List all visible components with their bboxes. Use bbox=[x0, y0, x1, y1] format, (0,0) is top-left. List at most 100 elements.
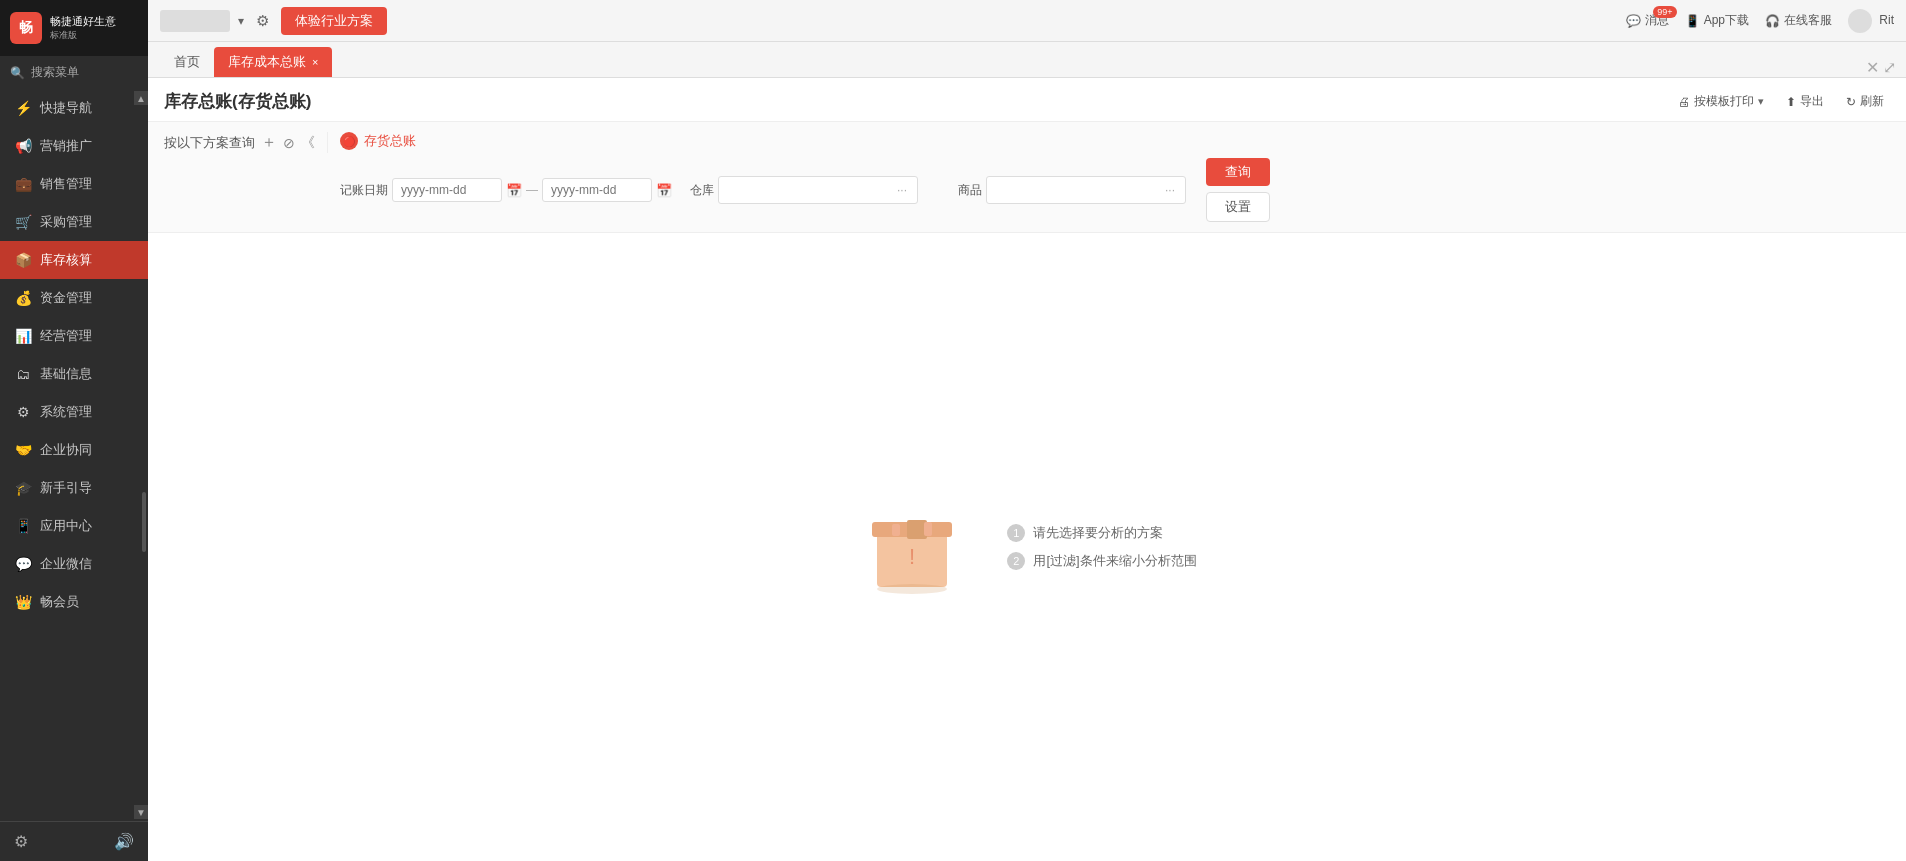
newbie-icon: 🎓 bbox=[14, 480, 32, 496]
goods-input-area[interactable]: ··· bbox=[986, 176, 1186, 204]
tabbar: 首页 库存成本总账 × ✕ ⤢ bbox=[148, 42, 1906, 78]
date-filter-field: 记账日期 📅 — 📅 bbox=[340, 178, 672, 202]
sidebar-item-purchase[interactable]: 🛒 采购管理 bbox=[0, 203, 148, 241]
tip-text-2: 用[过滤]条件来缩小分析范围 bbox=[1033, 552, 1196, 570]
scheme-item[interactable]: 🔴 存货总账 bbox=[340, 132, 1890, 150]
tip-text-1: 请先选择要分析的方案 bbox=[1033, 524, 1163, 542]
empty-svg: ! bbox=[862, 492, 972, 602]
settings-icon[interactable]: ⚙ bbox=[14, 832, 28, 851]
sidebar-item-operations[interactable]: 📊 经营管理 bbox=[0, 317, 148, 355]
svg-point-3 bbox=[877, 584, 947, 594]
svg-rect-5 bbox=[924, 522, 932, 536]
expand-panel-icon[interactable]: ⤢ bbox=[1883, 58, 1896, 77]
print-template-button[interactable]: 🖨 按模板打印 ▾ bbox=[1672, 90, 1770, 113]
tab-inventory-ledger[interactable]: 库存成本总账 × bbox=[214, 47, 332, 77]
sidebar-item-enterprise[interactable]: 🤝 企业协同 bbox=[0, 431, 148, 469]
sidebar-item-wechat[interactable]: 💬 企业微信 bbox=[0, 545, 148, 583]
export-icon: ⬆ bbox=[1786, 95, 1796, 109]
tab-close-icon[interactable]: × bbox=[312, 56, 318, 68]
scroll-up-button[interactable]: ▲ bbox=[134, 91, 148, 105]
sidebar-item-newbie[interactable]: 🎓 新手引导 bbox=[0, 469, 148, 507]
sidebar-item-inventory[interactable]: 📦 库存核算 bbox=[0, 241, 148, 279]
topbar-messages[interactable]: 💬 消息 99+ bbox=[1626, 12, 1669, 29]
filter-add-button[interactable]: ＋ bbox=[261, 132, 277, 153]
warehouse-more-icon[interactable]: ··· bbox=[893, 183, 911, 197]
date-dash: — bbox=[526, 183, 538, 197]
page-header-actions: 🖨 按模板打印 ▾ ⬆ 导出 ↻ 刷新 bbox=[1672, 90, 1890, 113]
enterprise-icon: 🤝 bbox=[14, 442, 32, 458]
goods-more-icon[interactable]: ··· bbox=[1161, 183, 1179, 197]
sidebar-footer: ⚙ 🔊 bbox=[0, 821, 148, 861]
quick-nav-icon: ⚡ bbox=[14, 100, 32, 116]
sidebar-scrollbar[interactable] bbox=[142, 492, 146, 552]
sidebar-item-label: 采购管理 bbox=[40, 213, 92, 231]
export-label: 导出 bbox=[1800, 93, 1824, 110]
date-to-input[interactable] bbox=[542, 178, 652, 202]
sidebar-item-quick-nav[interactable]: ⚡ 快捷导航 bbox=[0, 89, 148, 127]
goods-filter-field: 商品 ··· bbox=[928, 176, 1186, 204]
sidebar-item-vip[interactable]: 👑 畅会员 bbox=[0, 583, 148, 621]
app-download-label: App下载 bbox=[1704, 12, 1749, 29]
topbar-user[interactable]: Rit bbox=[1848, 9, 1894, 33]
trial-industry-button[interactable]: 体验行业方案 bbox=[281, 7, 387, 35]
filter-collapse-button[interactable]: 《 bbox=[301, 134, 315, 152]
sidebar-item-basics[interactable]: 🗂 基础信息 bbox=[0, 355, 148, 393]
sidebar-item-marketing[interactable]: 📢 营销推广 bbox=[0, 127, 148, 165]
filter-delete-button[interactable]: ⊘ bbox=[283, 135, 295, 151]
online-support-label: 在线客服 bbox=[1784, 12, 1832, 29]
sidebar-item-finance[interactable]: 💰 资金管理 bbox=[0, 279, 148, 317]
calendar-from-icon[interactable]: 📅 bbox=[506, 183, 522, 198]
tip-number-1: 1 bbox=[1007, 524, 1025, 542]
calendar-to-icon[interactable]: 📅 bbox=[656, 183, 672, 198]
operations-icon: 📊 bbox=[14, 328, 32, 344]
topbar-app-download[interactable]: 📱 App下载 bbox=[1685, 12, 1749, 29]
logo-text: 畅捷通好生意 bbox=[50, 14, 116, 29]
export-button[interactable]: ⬆ 导出 bbox=[1780, 90, 1830, 113]
sidebar-item-label: 经营管理 bbox=[40, 327, 92, 345]
sidebar-item-label: 应用中心 bbox=[40, 517, 92, 535]
finance-icon: 💰 bbox=[14, 290, 32, 306]
filter-scheme-area: 按以下方案查询 ＋ ⊘ 《 bbox=[164, 132, 328, 153]
warehouse-filter-field: 仓库 ··· bbox=[682, 176, 918, 204]
topbar-avatar bbox=[160, 10, 230, 32]
sidebar-item-sales[interactable]: 💼 销售管理 bbox=[0, 165, 148, 203]
tabbar-right: ✕ ⤢ bbox=[1866, 58, 1906, 77]
settings-button[interactable]: 设置 bbox=[1206, 192, 1270, 222]
print-dropdown-icon[interactable]: ▾ bbox=[1758, 95, 1764, 108]
close-panel-icon[interactable]: ✕ bbox=[1866, 58, 1879, 77]
headset-icon: 🎧 bbox=[1765, 14, 1780, 28]
filter-buttons: 查询 设置 bbox=[1206, 158, 1270, 222]
warehouse-label: 仓库 bbox=[690, 182, 714, 199]
sidebar-item-label: 资金管理 bbox=[40, 289, 92, 307]
refresh-button[interactable]: ↻ 刷新 bbox=[1840, 90, 1890, 113]
sidebar: 畅 畅捷通好生意 标准版 🔍 搜索菜单 ⚡ 快捷导航 📢 营销推广 💼 销售管理… bbox=[0, 0, 148, 861]
sidebar-item-system[interactable]: ⚙ 系统管理 bbox=[0, 393, 148, 431]
phone-icon: 📱 bbox=[1685, 14, 1700, 28]
tab-home[interactable]: 首页 bbox=[160, 47, 214, 77]
scroll-down-button[interactable]: ▼ bbox=[134, 805, 148, 819]
sidebar-item-label: 企业微信 bbox=[40, 555, 92, 573]
sidebar-item-label: 库存核算 bbox=[40, 251, 92, 269]
topbar-dropdown-icon[interactable]: ▾ bbox=[238, 14, 244, 28]
search-button[interactable]: 查询 bbox=[1206, 158, 1270, 186]
sidebar-item-label: 系统管理 bbox=[40, 403, 92, 421]
basics-icon: 🗂 bbox=[14, 366, 32, 382]
tip-number-2: 2 bbox=[1007, 552, 1025, 570]
marketing-icon: 📢 bbox=[14, 138, 32, 154]
print-icon: 🖨 bbox=[1678, 95, 1690, 109]
sidebar-item-label: 企业协同 bbox=[40, 441, 92, 459]
topbar-gear-icon[interactable]: ⚙ bbox=[252, 8, 273, 34]
app-center-icon: 📱 bbox=[14, 518, 32, 534]
empty-tip-1: 1 请先选择要分析的方案 bbox=[1007, 524, 1196, 542]
sidebar-search[interactable]: 🔍 搜索菜单 bbox=[0, 56, 148, 89]
date-from-input[interactable] bbox=[392, 178, 502, 202]
system-icon: ⚙ bbox=[14, 404, 32, 420]
audio-icon[interactable]: 🔊 bbox=[114, 832, 134, 851]
sidebar-item-app-center[interactable]: 📱 应用中心 bbox=[0, 507, 148, 545]
topbar-online-support[interactable]: 🎧 在线客服 bbox=[1765, 12, 1832, 29]
scheme-name-label: 存货总账 bbox=[364, 132, 416, 150]
inventory-icon: 📦 bbox=[14, 252, 32, 268]
empty-tips: 1 请先选择要分析的方案 2 用[过滤]条件来缩小分析范围 bbox=[1007, 524, 1196, 570]
warehouse-input-area[interactable]: ··· bbox=[718, 176, 918, 204]
date-label: 记账日期 bbox=[340, 182, 388, 199]
